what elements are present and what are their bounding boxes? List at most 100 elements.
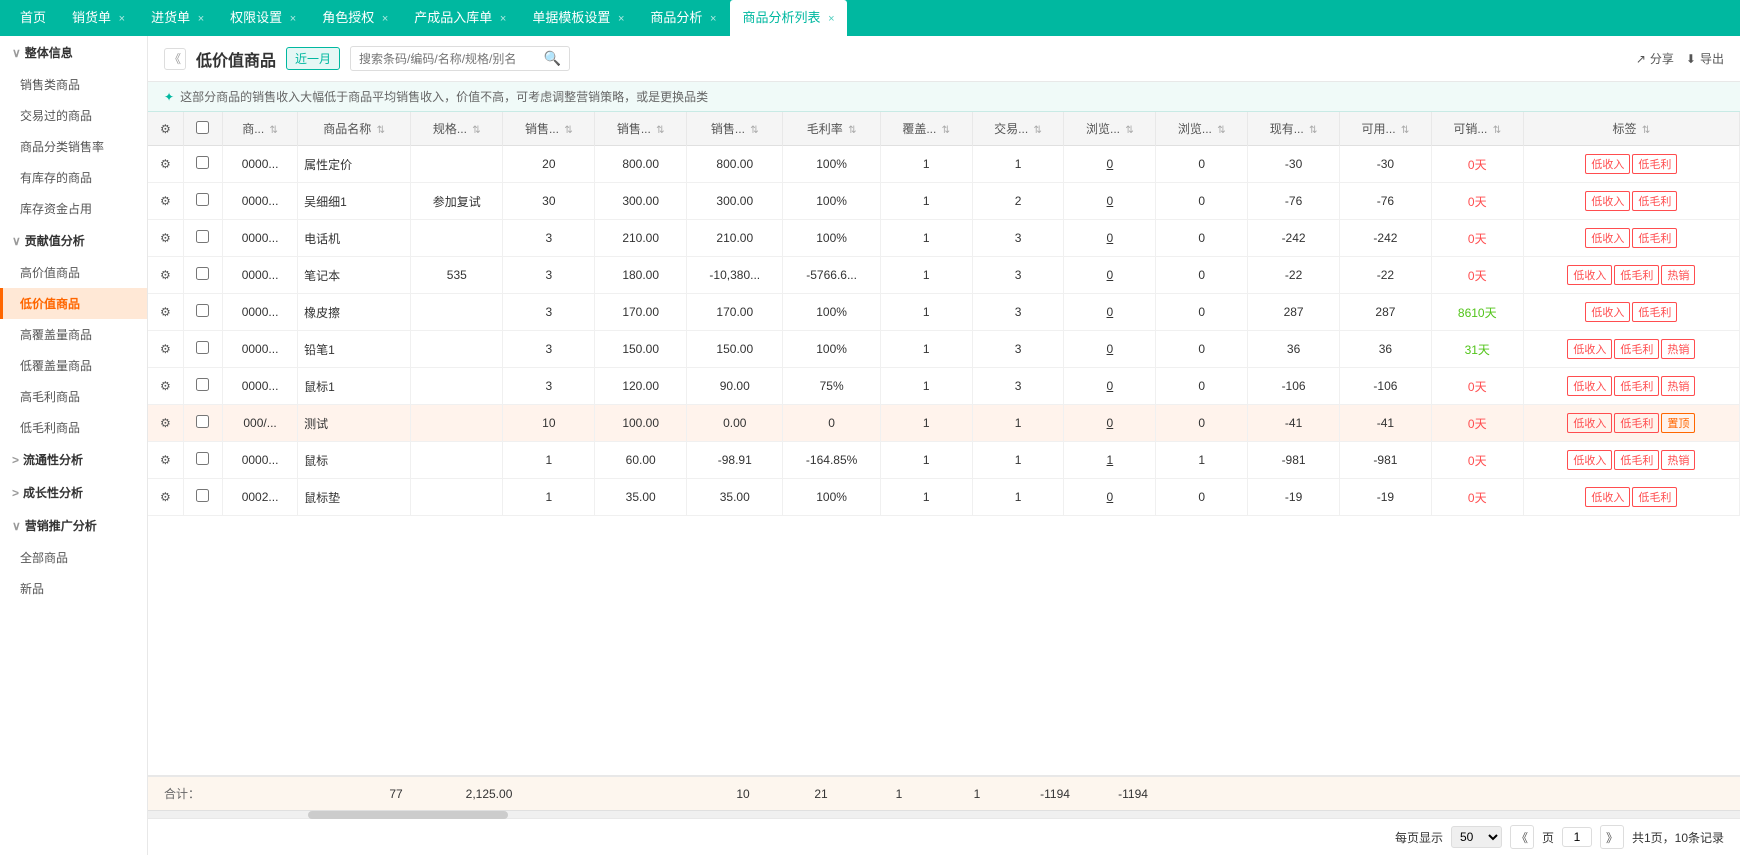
row-checkbox[interactable]	[183, 257, 222, 294]
nav-sales[interactable]: 销货单 ×	[60, 0, 137, 36]
sidebar-group-marketing[interactable]: ∨ 营销推广分析	[0, 509, 147, 542]
sidebar-item-stocked-products[interactable]: 有库存的商品	[0, 162, 147, 193]
nav-home[interactable]: 首页	[8, 0, 58, 36]
filter-tag-month[interactable]: 近一月	[286, 47, 340, 70]
nav-permission[interactable]: 权限设置 ×	[218, 0, 308, 36]
row-view1[interactable]: 0	[1064, 183, 1156, 220]
sidebar-group-contribution[interactable]: ∨ 贡献值分析	[0, 224, 147, 257]
view-count-link[interactable]: 0	[1107, 305, 1114, 319]
sidebar-item-sales-products[interactable]: 销售类商品	[0, 69, 147, 100]
sidebar-item-high-coverage[interactable]: 高覆盖量商品	[0, 319, 147, 350]
nav-product-analysis[interactable]: 商品分析 ×	[638, 0, 728, 36]
view-count-link[interactable]: 0	[1107, 342, 1114, 356]
sidebar-item-low-margin[interactable]: 低毛利商品	[0, 412, 147, 443]
row-checkbox[interactable]	[183, 405, 222, 442]
view-count-link[interactable]: 0	[1107, 194, 1114, 208]
col-stock[interactable]: 现有... ⇅	[1248, 112, 1340, 146]
sidebar-group-growth[interactable]: > 成长性分析	[0, 476, 147, 509]
col-sale1[interactable]: 销售... ⇅	[503, 112, 595, 146]
row-checkbox[interactable]	[183, 220, 222, 257]
sidebar-item-category-sales[interactable]: 商品分类销售率	[0, 131, 147, 162]
row-gear[interactable]: ⚙	[148, 442, 183, 479]
nav-product-in[interactable]: 产成品入库单 ×	[402, 0, 518, 36]
select-all-checkbox[interactable]	[196, 121, 209, 134]
row-select-checkbox[interactable]	[196, 415, 209, 428]
row-select-checkbox[interactable]	[196, 341, 209, 354]
page-number-input[interactable]	[1562, 827, 1592, 847]
first-page-button[interactable]: 《	[1510, 825, 1534, 849]
row-view1[interactable]: 0	[1064, 331, 1156, 368]
col-cover[interactable]: 覆盖... ⇅	[880, 112, 972, 146]
horizontal-scrollbar[interactable]	[148, 810, 1740, 818]
sidebar-item-high-margin[interactable]: 高毛利商品	[0, 381, 147, 412]
row-checkbox[interactable]	[183, 331, 222, 368]
sidebar-group-circulation[interactable]: > 流通性分析	[0, 443, 147, 476]
row-gear[interactable]: ⚙	[148, 183, 183, 220]
view-count-link[interactable]: 1	[1107, 453, 1114, 467]
sidebar-item-inventory-funds[interactable]: 库存资金占用	[0, 193, 147, 224]
col-trade[interactable]: 交易... ⇅	[972, 112, 1064, 146]
view-count-link[interactable]: 0	[1107, 268, 1114, 282]
col-tags[interactable]: 标签 ⇅	[1523, 112, 1739, 146]
row-checkbox[interactable]	[183, 442, 222, 479]
row-view1[interactable]: 0	[1064, 146, 1156, 183]
row-gear[interactable]: ⚙	[148, 368, 183, 405]
view-count-link[interactable]: 0	[1107, 416, 1114, 430]
next-page-button[interactable]: 》	[1600, 825, 1624, 849]
row-gear[interactable]: ⚙	[148, 405, 183, 442]
row-select-checkbox[interactable]	[196, 489, 209, 502]
search-icon[interactable]: 🔍	[544, 50, 561, 67]
row-gear[interactable]: ⚙	[148, 294, 183, 331]
row-select-checkbox[interactable]	[196, 267, 209, 280]
row-checkbox[interactable]	[183, 368, 222, 405]
export-button[interactable]: ⬇ 导出	[1686, 50, 1724, 67]
row-gear[interactable]: ⚙	[148, 220, 183, 257]
col-gear[interactable]: ⚙	[148, 112, 183, 146]
share-button[interactable]: ↗ 分享	[1636, 50, 1674, 67]
col-view2[interactable]: 浏览... ⇅	[1156, 112, 1248, 146]
sidebar-item-high-value[interactable]: 高价值商品	[0, 257, 147, 288]
sidebar-item-low-coverage[interactable]: 低覆盖量商品	[0, 350, 147, 381]
row-checkbox[interactable]	[183, 479, 222, 516]
sidebar-item-low-value[interactable]: 低价值商品	[0, 288, 147, 319]
row-select-checkbox[interactable]	[196, 230, 209, 243]
nav-role[interactable]: 角色授权 ×	[310, 0, 400, 36]
sidebar-item-all-products[interactable]: 全部商品	[0, 542, 147, 573]
row-view1[interactable]: 0	[1064, 294, 1156, 331]
row-view1[interactable]: 1	[1064, 442, 1156, 479]
sidebar-group-overall[interactable]: ∨ 整体信息	[0, 36, 147, 69]
col-name[interactable]: 商品名称 ⇅	[298, 112, 411, 146]
col-avail[interactable]: 可用... ⇅	[1340, 112, 1432, 146]
sidebar-item-traded-products[interactable]: 交易过的商品	[0, 100, 147, 131]
row-view1[interactable]: 0	[1064, 368, 1156, 405]
row-view1[interactable]: 0	[1064, 257, 1156, 294]
col-sellable[interactable]: 可销... ⇅	[1431, 112, 1523, 146]
row-view1[interactable]: 0	[1064, 220, 1156, 257]
row-gear[interactable]: ⚙	[148, 146, 183, 183]
col-sale2[interactable]: 销售... ⇅	[595, 112, 687, 146]
row-view1[interactable]: 0	[1064, 479, 1156, 516]
sidebar-item-new-products[interactable]: 新品	[0, 573, 147, 604]
col-sale3[interactable]: 销售... ⇅	[687, 112, 783, 146]
scroll-thumb[interactable]	[308, 811, 508, 819]
search-input[interactable]	[359, 52, 538, 66]
nav-purchase[interactable]: 进货单 ×	[139, 0, 216, 36]
row-gear[interactable]: ⚙	[148, 479, 183, 516]
collapse-sidebar-button[interactable]: 《	[164, 48, 186, 70]
col-spec[interactable]: 规格... ⇅	[411, 112, 503, 146]
view-count-link[interactable]: 0	[1107, 231, 1114, 245]
row-select-checkbox[interactable]	[196, 378, 209, 391]
col-gross[interactable]: 毛利率 ⇅	[783, 112, 880, 146]
nav-template[interactable]: 单据模板设置 ×	[520, 0, 636, 36]
row-select-checkbox[interactable]	[196, 452, 209, 465]
row-select-checkbox[interactable]	[196, 193, 209, 206]
row-view1[interactable]: 0	[1064, 405, 1156, 442]
view-count-link[interactable]: 0	[1107, 490, 1114, 504]
row-checkbox[interactable]	[183, 294, 222, 331]
row-gear[interactable]: ⚙	[148, 331, 183, 368]
view-count-link[interactable]: 0	[1107, 379, 1114, 393]
view-count-link[interactable]: 0	[1107, 157, 1114, 171]
row-gear[interactable]: ⚙	[148, 257, 183, 294]
page-size-select[interactable]: 50 100 200	[1451, 826, 1502, 848]
row-select-checkbox[interactable]	[196, 156, 209, 169]
